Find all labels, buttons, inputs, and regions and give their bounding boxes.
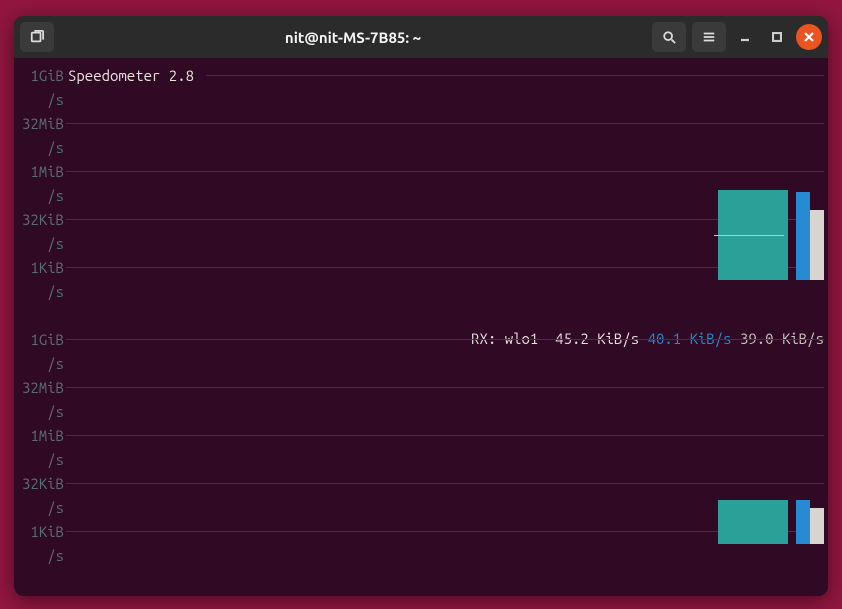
rx-y-axis: 1GiB/s32MiB/s1MiB/s32KiB/s1KiB/s <box>14 64 66 304</box>
new-tab-button[interactable] <box>20 22 54 52</box>
hamburger-icon <box>702 30 716 44</box>
bar <box>753 500 788 544</box>
gridline <box>66 435 824 436</box>
tx-plot <box>66 328 824 568</box>
gridline <box>66 387 824 388</box>
titlebar: nit@nit-MS-7B85: ~ <box>14 16 828 58</box>
bar <box>810 210 824 280</box>
gridline <box>66 219 824 220</box>
tx-bars <box>718 304 824 544</box>
bar <box>796 192 810 280</box>
tx-status: TX: wlo1 1.56 KiB/s 1.16 KiB/s 1.09 KiB/… <box>404 570 824 592</box>
tx-avg: 1.16 KiB/s <box>648 594 732 596</box>
gridline <box>66 267 824 268</box>
tx-iface: wlo1 <box>505 594 539 596</box>
tx-label: TX: <box>471 594 496 596</box>
rx-chart: 1GiB/s32MiB/s1MiB/s32KiB/s1KiB/s Speedom… <box>14 64 828 328</box>
gridline <box>66 171 824 172</box>
tx-min: 1.09 KiB/s <box>740 594 824 596</box>
terminal-window: nit@nit-MS-7B85: ~ 1GiB/s32MiB/s1MiB/s32… <box>14 16 828 596</box>
tx-y-axis: 1GiB/s32MiB/s1MiB/s32KiB/s1KiB/s <box>14 328 66 568</box>
gridline <box>66 339 824 340</box>
app-title: Speedometer 2.8 <box>66 64 194 88</box>
gridline <box>66 483 824 484</box>
bar <box>718 500 753 544</box>
tx-current: 1.56 KiB/s <box>555 594 639 596</box>
bar <box>810 508 824 544</box>
search-button[interactable] <box>652 22 686 52</box>
tx-chart: 1GiB/s32MiB/s1MiB/s32KiB/s1KiB/s TX: wlo… <box>14 328 828 592</box>
window-title: nit@nit-MS-7B85: ~ <box>58 29 648 46</box>
bar <box>796 500 810 544</box>
terminal-body[interactable]: 1GiB/s32MiB/s1MiB/s32KiB/s1KiB/s Speedom… <box>14 58 828 596</box>
gridline <box>66 531 824 532</box>
gridline <box>66 123 824 124</box>
rx-plot: Speedometer 2.8 <box>66 64 824 304</box>
rx-avg-marker <box>714 235 784 237</box>
search-icon <box>662 30 676 44</box>
rx-bars <box>718 40 824 280</box>
